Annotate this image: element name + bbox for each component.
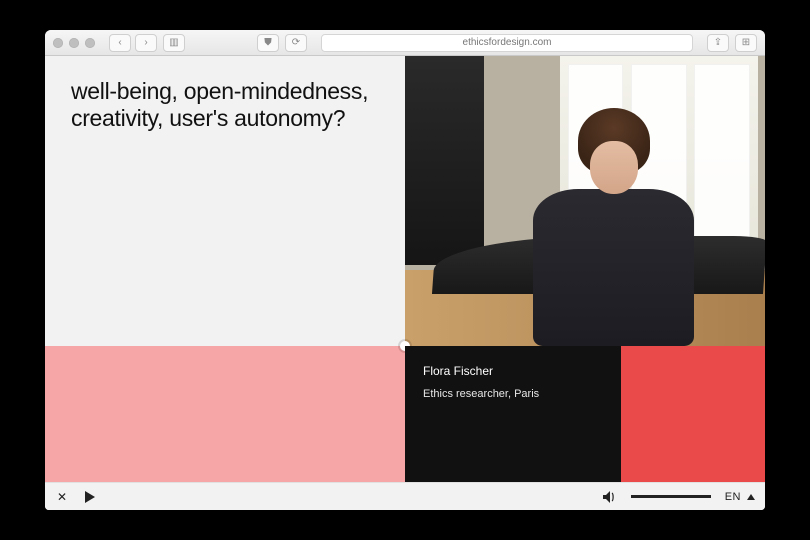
minimize-window-icon[interactable] <box>69 38 79 48</box>
sidebar-toggle-button[interactable]: ▥ <box>163 34 185 52</box>
play-button[interactable] <box>83 490 97 504</box>
page: well-being, open-mindedness, creativity,… <box>45 56 765 510</box>
pink-block <box>45 346 405 482</box>
transcript-panel: well-being, open-mindedness, creativity,… <box>45 56 405 346</box>
url-bar[interactable]: ethicsfordesign.com <box>321 34 693 52</box>
maximize-window-icon[interactable] <box>85 38 95 48</box>
video-frame[interactable] <box>405 56 765 346</box>
volume-icon[interactable] <box>603 490 617 504</box>
close-player-button[interactable] <box>55 490 69 504</box>
content-area: well-being, open-mindedness, creativity,… <box>45 56 765 482</box>
tabs-button[interactable]: ⊞ <box>735 34 757 52</box>
player-bar: EN <box>45 482 765 510</box>
language-label: EN <box>725 491 741 503</box>
window-controls <box>53 38 95 48</box>
url-text: ethicsfordesign.com <box>463 37 552 48</box>
shield-icon[interactable]: ⛊ <box>257 34 279 52</box>
language-selector[interactable]: EN <box>725 491 755 503</box>
forward-button[interactable]: › <box>135 34 157 52</box>
red-block <box>621 346 765 482</box>
volume-slider[interactable] <box>631 495 711 498</box>
transcript-text: well-being, open-mindedness, creativity,… <box>71 78 379 132</box>
speaker-caption: Flora Fischer Ethics researcher, Paris <box>405 346 621 482</box>
titlebar: ‹ › ▥ ⛊ ⟳ ethicsfordesign.com ⇪ ⊞ <box>45 30 765 56</box>
speaker-role: Ethics researcher, Paris <box>423 386 603 403</box>
share-button[interactable]: ⇪ <box>707 34 729 52</box>
back-button[interactable]: ‹ <box>109 34 131 52</box>
reload-button[interactable]: ⟳ <box>285 34 307 52</box>
video-still <box>405 56 765 346</box>
browser-window: ‹ › ▥ ⛊ ⟳ ethicsfordesign.com ⇪ ⊞ well-b… <box>45 30 765 510</box>
play-icon <box>85 491 95 503</box>
close-window-icon[interactable] <box>53 38 63 48</box>
chevron-up-icon <box>747 494 755 500</box>
speaker-name: Flora Fischer <box>423 362 603 380</box>
